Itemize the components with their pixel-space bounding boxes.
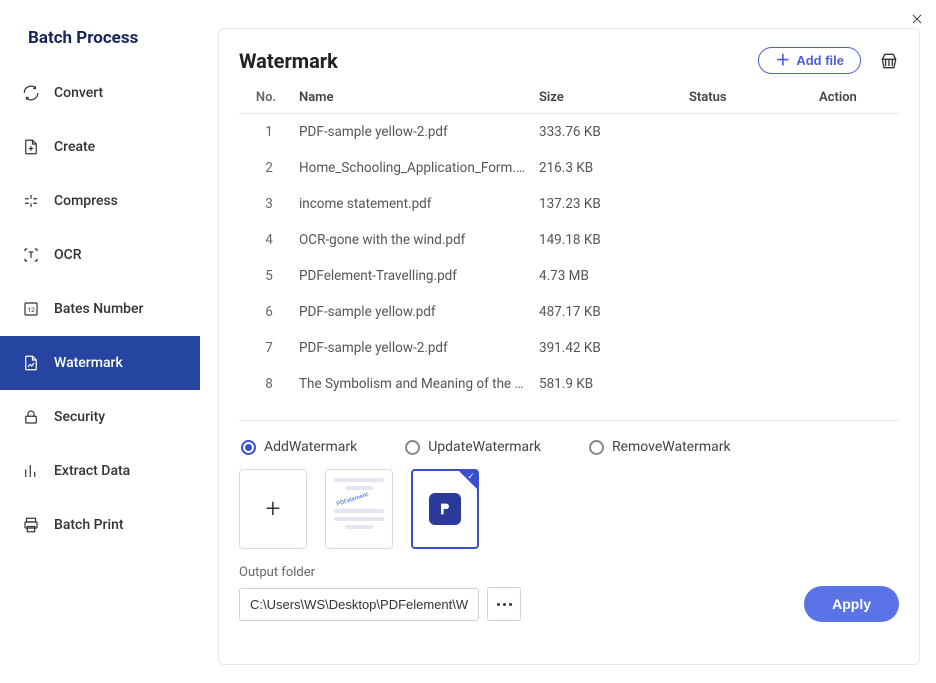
output-folder-input[interactable]	[239, 588, 479, 621]
sidebar-item-label: Security	[54, 409, 105, 425]
print-icon	[22, 516, 40, 534]
table-row[interactable]: 8 The Symbolism and Meaning of the Col..…	[239, 366, 899, 402]
cell-no: 7	[239, 340, 299, 356]
col-header-name: Name	[299, 90, 539, 105]
plus-icon: +	[266, 494, 281, 524]
cell-name: PDF-sample yellow-2.pdf	[299, 124, 539, 140]
output-folder-label: Output folder	[239, 565, 899, 580]
watermark-preview-logo-tile[interactable]	[411, 469, 479, 549]
cell-name: PDF-sample yellow.pdf	[299, 304, 539, 320]
col-header-no: No.	[239, 90, 299, 105]
col-header-action: Action	[819, 90, 899, 105]
watermark-tiles: + PDFelement	[239, 469, 899, 549]
panel-title: Watermark	[239, 49, 338, 73]
cell-size: 149.18 KB	[539, 232, 689, 248]
sidebar-item-extract[interactable]: Extract Data	[0, 444, 200, 498]
cell-no: 4	[239, 232, 299, 248]
cell-name: The Symbolism and Meaning of the Col...	[299, 376, 539, 392]
cell-size: 4.73 MB	[539, 268, 689, 284]
main-panel: Watermark ＋ Add file No. Name Size St	[218, 28, 920, 665]
pdfelement-logo-icon	[429, 493, 461, 525]
extract-data-icon	[22, 462, 40, 480]
sidebar-item-watermark[interactable]: Watermark	[0, 336, 200, 390]
cell-no: 5	[239, 268, 299, 284]
table-row[interactable]: 7 PDF-sample yellow-2.pdf 391.42 KB	[239, 330, 899, 366]
sidebar-item-label: Convert	[54, 85, 103, 101]
svg-text:12: 12	[27, 306, 35, 314]
apply-button[interactable]: Apply	[804, 586, 899, 622]
sidebar-item-label: Create	[54, 139, 95, 155]
sidebar-item-convert[interactable]: Convert	[0, 66, 200, 120]
cell-name: Home_Schooling_Application_Form.pdf	[299, 160, 539, 176]
cell-size: 333.76 KB	[539, 124, 689, 140]
lock-icon	[22, 408, 40, 426]
cell-size: 581.9 KB	[539, 376, 689, 392]
plus-icon: ＋	[775, 53, 790, 68]
sidebar-item-ocr[interactable]: OCR	[0, 228, 200, 282]
sidebar-item-create[interactable]: Create	[0, 120, 200, 174]
radio-label: UpdateWatermark	[428, 439, 541, 455]
divider	[239, 420, 899, 421]
radio-add-watermark[interactable]: AddWatermark	[241, 439, 357, 455]
compress-icon	[22, 192, 40, 210]
radio-dot-icon	[405, 440, 420, 455]
radio-label: AddWatermark	[264, 439, 357, 455]
table-row[interactable]: 6 PDF-sample yellow.pdf 487.17 KB	[239, 294, 899, 330]
radio-remove-watermark[interactable]: RemoveWatermark	[589, 439, 731, 455]
cell-name: OCR-gone with the wind.pdf	[299, 232, 539, 248]
cell-size: 487.17 KB	[539, 304, 689, 320]
watermark-mode-radios: AddWatermark UpdateWatermark RemoveWater…	[239, 435, 899, 469]
cell-name: income statement.pdf	[299, 196, 539, 212]
watermark-icon	[22, 354, 40, 372]
sidebar-item-label: Bates Number	[54, 301, 143, 317]
radio-dot-icon	[589, 440, 604, 455]
radio-label: RemoveWatermark	[612, 439, 731, 455]
sidebar-item-batch-print[interactable]: Batch Print	[0, 498, 200, 552]
table-row[interactable]: 3 income statement.pdf 137.23 KB	[239, 186, 899, 222]
create-icon	[22, 138, 40, 156]
add-file-button[interactable]: ＋ Add file	[758, 47, 861, 74]
radio-dot-icon	[241, 440, 256, 455]
ocr-icon	[22, 246, 40, 264]
watermark-preview-text-tile[interactable]: PDFelement	[325, 469, 393, 549]
sidebar-item-label: OCR	[54, 247, 82, 263]
cell-size: 391.42 KB	[539, 340, 689, 356]
files-table: No. Name Size Status Action 1 PDF-sample…	[239, 82, 899, 402]
sidebar-item-label: Watermark	[54, 355, 123, 371]
sidebar-item-security[interactable]: Security	[0, 390, 200, 444]
table-row[interactable]: 2 Home_Schooling_Application_Form.pdf 21…	[239, 150, 899, 186]
sidebar-item-compress[interactable]: Compress	[0, 174, 200, 228]
table-row[interactable]: 4 OCR-gone with the wind.pdf 149.18 KB	[239, 222, 899, 258]
add-watermark-tile[interactable]: +	[239, 469, 307, 549]
convert-icon	[22, 84, 40, 102]
bates-icon: 12	[22, 300, 40, 318]
table-row[interactable]: 5 PDFelement-Travelling.pdf 4.73 MB	[239, 258, 899, 294]
cell-no: 6	[239, 304, 299, 320]
cell-no: 2	[239, 160, 299, 176]
add-file-label: Add file	[796, 53, 844, 68]
sidebar: Batch Process Convert Create Compress OC…	[0, 0, 200, 683]
col-header-status: Status	[689, 90, 819, 105]
sidebar-item-bates[interactable]: 12 Bates Number	[0, 282, 200, 336]
watermark-text-preview: PDFelement	[336, 491, 369, 508]
cell-no: 1	[239, 124, 299, 140]
radio-update-watermark[interactable]: UpdateWatermark	[405, 439, 541, 455]
sidebar-item-label: Compress	[54, 193, 118, 209]
sidebar-item-label: Batch Print	[54, 517, 124, 533]
check-icon	[459, 471, 477, 489]
table-row[interactable]: 1 PDF-sample yellow-2.pdf 333.76 KB	[239, 114, 899, 150]
cell-size: 216.3 KB	[539, 160, 689, 176]
cell-no: 8	[239, 376, 299, 392]
browse-folder-button[interactable]	[487, 587, 521, 621]
clear-list-icon[interactable]	[879, 51, 899, 71]
sidebar-item-label: Extract Data	[54, 463, 130, 479]
cell-name: PDFelement-Travelling.pdf	[299, 268, 539, 284]
close-button[interactable]	[910, 10, 924, 31]
cell-name: PDF-sample yellow-2.pdf	[299, 340, 539, 356]
app-title: Batch Process	[0, 0, 200, 66]
cell-no: 3	[239, 196, 299, 212]
col-header-size: Size	[539, 90, 689, 105]
cell-size: 137.23 KB	[539, 196, 689, 212]
